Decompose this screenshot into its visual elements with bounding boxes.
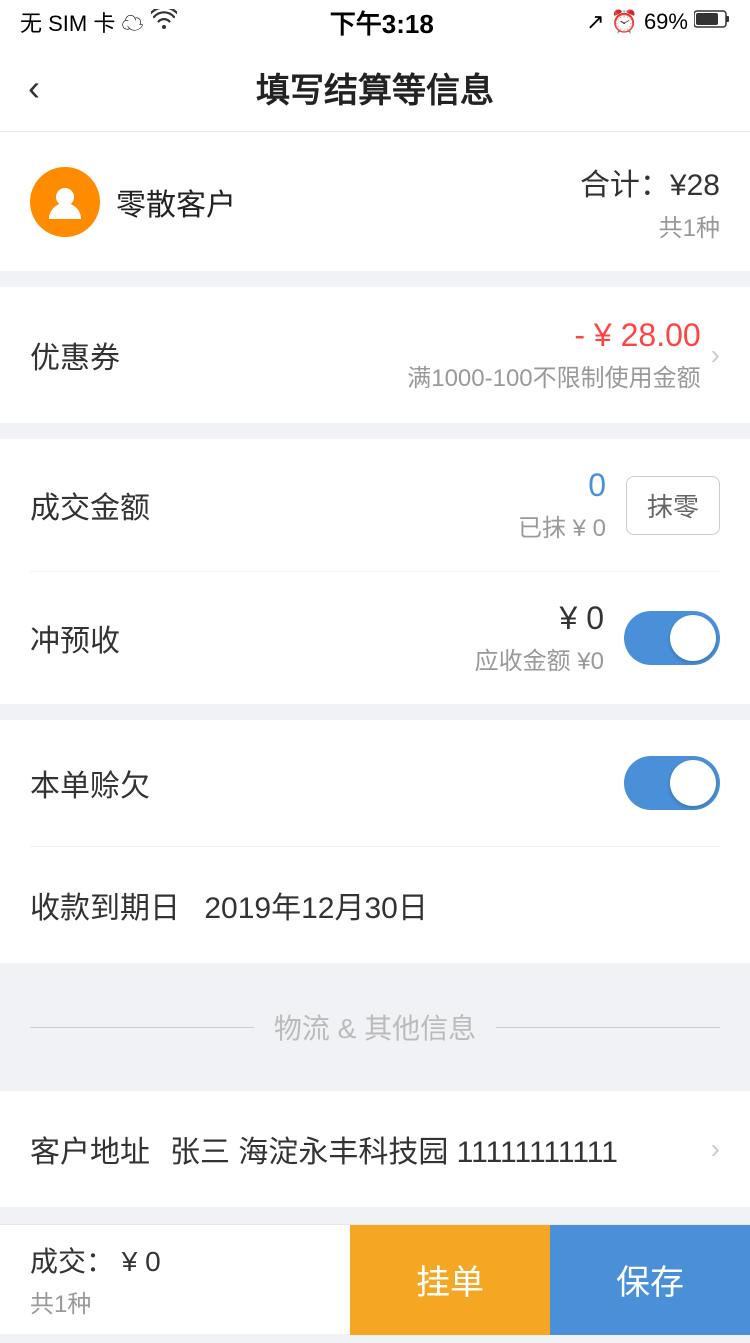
transaction-value[interactable]: 0 [518,467,606,504]
debt-row: 本单赊欠 [0,720,750,846]
pre-amount: ¥ 0 [475,600,604,637]
coupon-right: - ¥ 28.00 满1000-100不限制使用金额 › [407,317,720,393]
bottom-summary: 成交： ¥ 0 共1种 [0,1240,350,1319]
status-bar: 无 SIM 卡 ☁ 下午3:18 ↗ ⏰ 69% [0,0,750,44]
due-date-row[interactable]: 收款到期日 2019年12月30日 [0,847,750,963]
content: 零散客户 合计：¥28 共1种 优惠券 - ¥ 28.00 满1000-100不… [0,132,750,1343]
logistics-divider: 物流 & 其他信息 [0,979,750,1075]
hang-button[interactable]: 挂单 [350,1225,550,1335]
bottom-bar: 成交： ¥ 0 共1种 挂单 保存 [0,1224,750,1334]
due-date-label: 收款到期日 [30,892,180,925]
customer-avatar [30,167,100,237]
wifi-icon [151,9,177,35]
debt-toggle[interactable] [624,756,720,810]
debt-toggle-knob [670,760,716,806]
page-title: 填写结算等信息 [256,63,494,112]
summary-count: 共1种 [30,1284,320,1319]
transaction-amount-area: 0 已抹 ¥ 0 [518,467,606,543]
logistics-section: 物流 & 其他信息 [0,979,750,1075]
coupon-info: - ¥ 28.00 满1000-100不限制使用金额 [407,317,700,393]
coupon-desc: 满1000-100不限制使用金额 [407,358,700,393]
save-button[interactable]: 保存 [550,1225,750,1335]
pre-collect-amounts: ¥ 0 应收金额 ¥0 [475,600,604,676]
pre-collect-right: ¥ 0 应收金额 ¥0 [475,600,720,676]
summary-transaction-label: 成交： [30,1246,114,1277]
alarm-icon: ⏰ [611,9,638,35]
status-time: 下午3:18 [330,4,434,41]
toggle-knob [670,615,716,661]
customer-right: 合计：¥28 共1种 [580,160,720,243]
logistics-divider-text: 物流 & 其他信息 [274,1007,476,1047]
status-right: ↗ ⏰ 69% [586,9,730,35]
coupon-label: 优惠券 [30,333,120,377]
summary-transaction: 成交： ¥ 0 [30,1240,320,1280]
transaction-row: 成交金额 0 已抹 ¥ 0 抹零 [0,439,750,571]
nav-bar: ‹ 填写结算等信息 [0,44,750,132]
debt-label: 本单赊欠 [30,761,150,805]
debt-section: 本单赊欠 收款到期日 2019年12月30日 [0,720,750,963]
transaction-label: 成交金额 [30,483,150,527]
battery-icon [694,9,730,35]
coupon-row[interactable]: 优惠券 - ¥ 28.00 满1000-100不限制使用金额 › [0,287,750,423]
address-row[interactable]: 客户地址 张三 海淀永丰科技园 11111111111 › [0,1091,750,1207]
pre-collect-label: 冲预收 [30,616,120,660]
transaction-right: 0 已抹 ¥ 0 抹零 [518,467,720,543]
customer-left: 零散客户 [30,167,236,237]
divider-line-right [496,1027,720,1028]
customer-name: 零散客户 [116,180,236,224]
total-count: 共1种 [580,208,720,243]
address-label: 客户地址 [30,1127,150,1171]
coupon-discount: - ¥ 28.00 [407,317,700,354]
battery-label: 69% [644,9,688,35]
coupon-section: 优惠券 - ¥ 28.00 满1000-100不限制使用金额 › [0,287,750,423]
pre-collect-toggle[interactable] [624,611,720,665]
customer-row: 零散客户 合计：¥28 共1种 [0,132,750,271]
round-zero-button[interactable]: 抹零 [626,476,720,535]
no-sim-label: 无 SIM 卡 ☁ [20,6,143,38]
address-chevron-icon: › [711,1133,720,1165]
status-left: 无 SIM 卡 ☁ [20,6,177,38]
pre-collect-row: 冲预收 ¥ 0 应收金额 ¥0 [0,572,750,704]
divider-line-left [30,1027,254,1028]
address-value: 张三 海淀永丰科技园 11111111111 [170,1127,711,1171]
transaction-sub: 已抹 ¥ 0 [518,508,606,543]
total-amount: 合计：¥28 [580,160,720,204]
transaction-section: 成交金额 0 已抹 ¥ 0 抹零 冲预收 ¥ 0 应收金额 ¥0 [0,439,750,704]
address-section: 客户地址 张三 海淀永丰科技园 11111111111 › [0,1091,750,1207]
back-button[interactable]: ‹ [28,67,40,109]
location-icon: ↗ [586,9,604,35]
receivable: 应收金额 ¥0 [475,641,604,676]
coupon-chevron-icon: › [711,339,720,371]
summary-transaction-value: ¥ 0 [122,1246,161,1277]
due-date-value: 2019年12月30日 [204,892,427,925]
